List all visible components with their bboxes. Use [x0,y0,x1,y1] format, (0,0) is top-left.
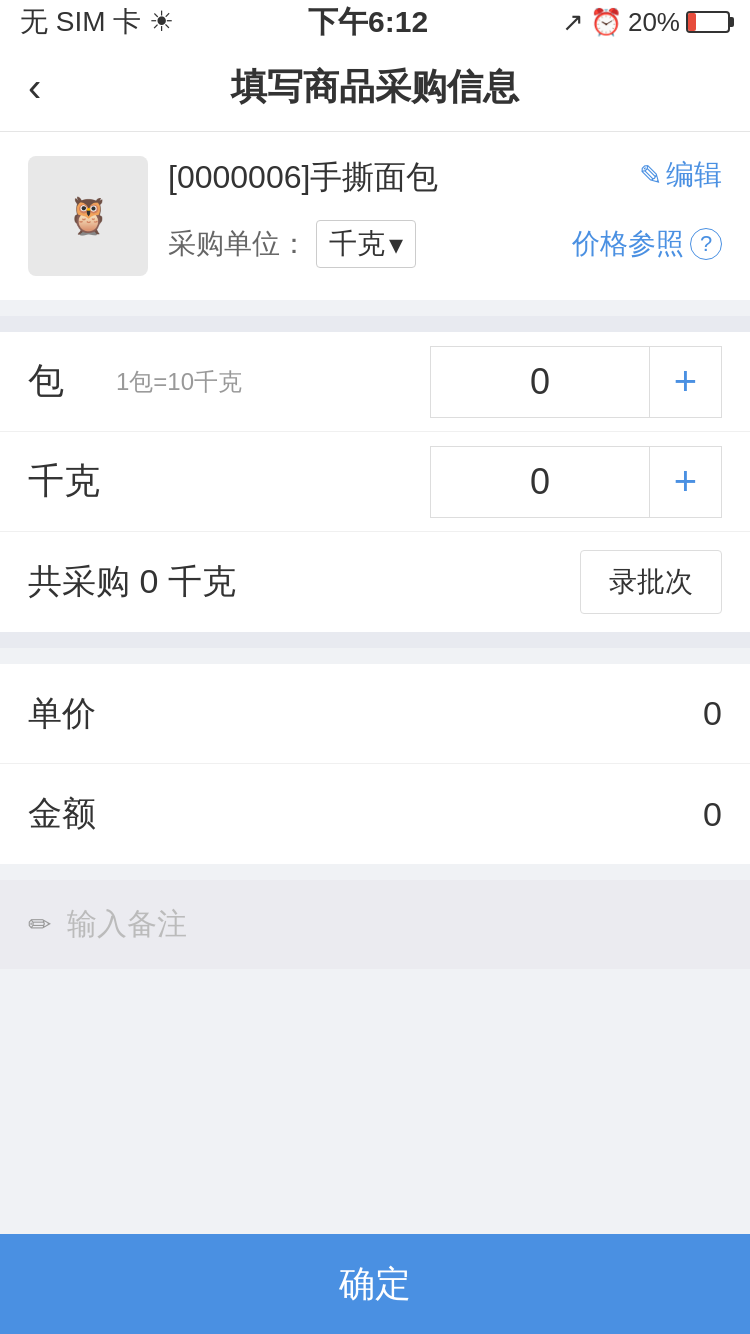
total-label: 共采购 0 千克 [28,559,236,605]
content-spacer [0,969,750,1209]
section-divider-1 [0,316,750,332]
note-section[interactable]: ✏ 输入备注 [0,880,750,969]
pack-row: 包 1包=10千克 + [0,332,750,432]
nav-bar: ‹ 填写商品采购信息 [0,44,750,132]
status-bar: 无 SIM 卡 ☀ 下午6:12 ↗ ⏰ 20% [0,0,750,44]
pack-label: 包 [28,357,108,406]
unit-price-value: 0 [703,694,722,733]
status-left: 无 SIM 卡 ☀ [20,3,174,41]
edit-icon: ✎ [639,159,662,192]
chevron-down-icon: ▾ [389,228,403,261]
input-section: 包 1包=10千克 + 千克 + [0,332,750,532]
confirm-button[interactable]: 确定 [0,1234,750,1334]
price-ref-button[interactable]: 价格参照 ? [572,225,722,263]
unit-value: 千克 [329,225,385,263]
amount-label: 金额 [28,791,96,837]
product-info: [0000006]手撕面包 ✎ 编辑 采购单位： 千克 ▾ [168,156,722,268]
record-batch-button[interactable]: 录批次 [580,550,722,614]
help-icon: ? [690,228,722,260]
product-name: [0000006]手撕面包 [168,156,438,200]
unit-price-label: 单价 [28,691,96,737]
unit-price-row: 单价 0 [0,664,750,764]
product-card: 🦉 [0000006]手撕面包 ✎ 编辑 采购单位： 千克 ▾ [0,132,750,300]
page-title: 填写商品采购信息 [231,63,519,112]
pack-plus-button[interactable]: + [650,346,722,418]
price-ref-label: 价格参照 [572,225,684,263]
section-divider-2 [0,632,750,648]
sim-label: 无 SIM 卡 ☀ [20,3,174,41]
battery-percent: 20% [628,7,680,38]
kg-plus-button[interactable]: + [650,446,722,518]
amount-row: 金额 0 [0,764,750,864]
status-right: ↗ ⏰ 20% [562,7,730,38]
location-icon: ↗ [562,7,584,38]
back-button[interactable]: ‹ [28,65,41,110]
edit-button[interactable]: ✎ 编辑 [639,156,722,194]
unit-select[interactable]: 千克 ▾ [316,220,416,268]
amount-value: 0 [703,795,722,834]
status-time: 下午6:12 [308,2,428,43]
info-section: 单价 0 金额 0 [0,664,750,864]
total-row: 共采购 0 千克 录批次 [0,532,750,632]
product-logo: 🦉 [66,195,111,237]
pack-sub-label: 1包=10千克 [116,366,242,398]
note-placeholder: 输入备注 [67,904,187,945]
product-image: 🦉 [28,156,148,276]
kg-row: 千克 + [0,432,750,532]
unit-label: 采购单位： [168,225,308,263]
kg-input[interactable] [430,446,650,518]
alarm-icon: ⏰ [590,7,622,38]
pencil-icon: ✏ [28,908,51,941]
pack-input[interactable] [430,346,650,418]
kg-label: 千克 [28,457,108,506]
battery-icon [686,11,730,33]
